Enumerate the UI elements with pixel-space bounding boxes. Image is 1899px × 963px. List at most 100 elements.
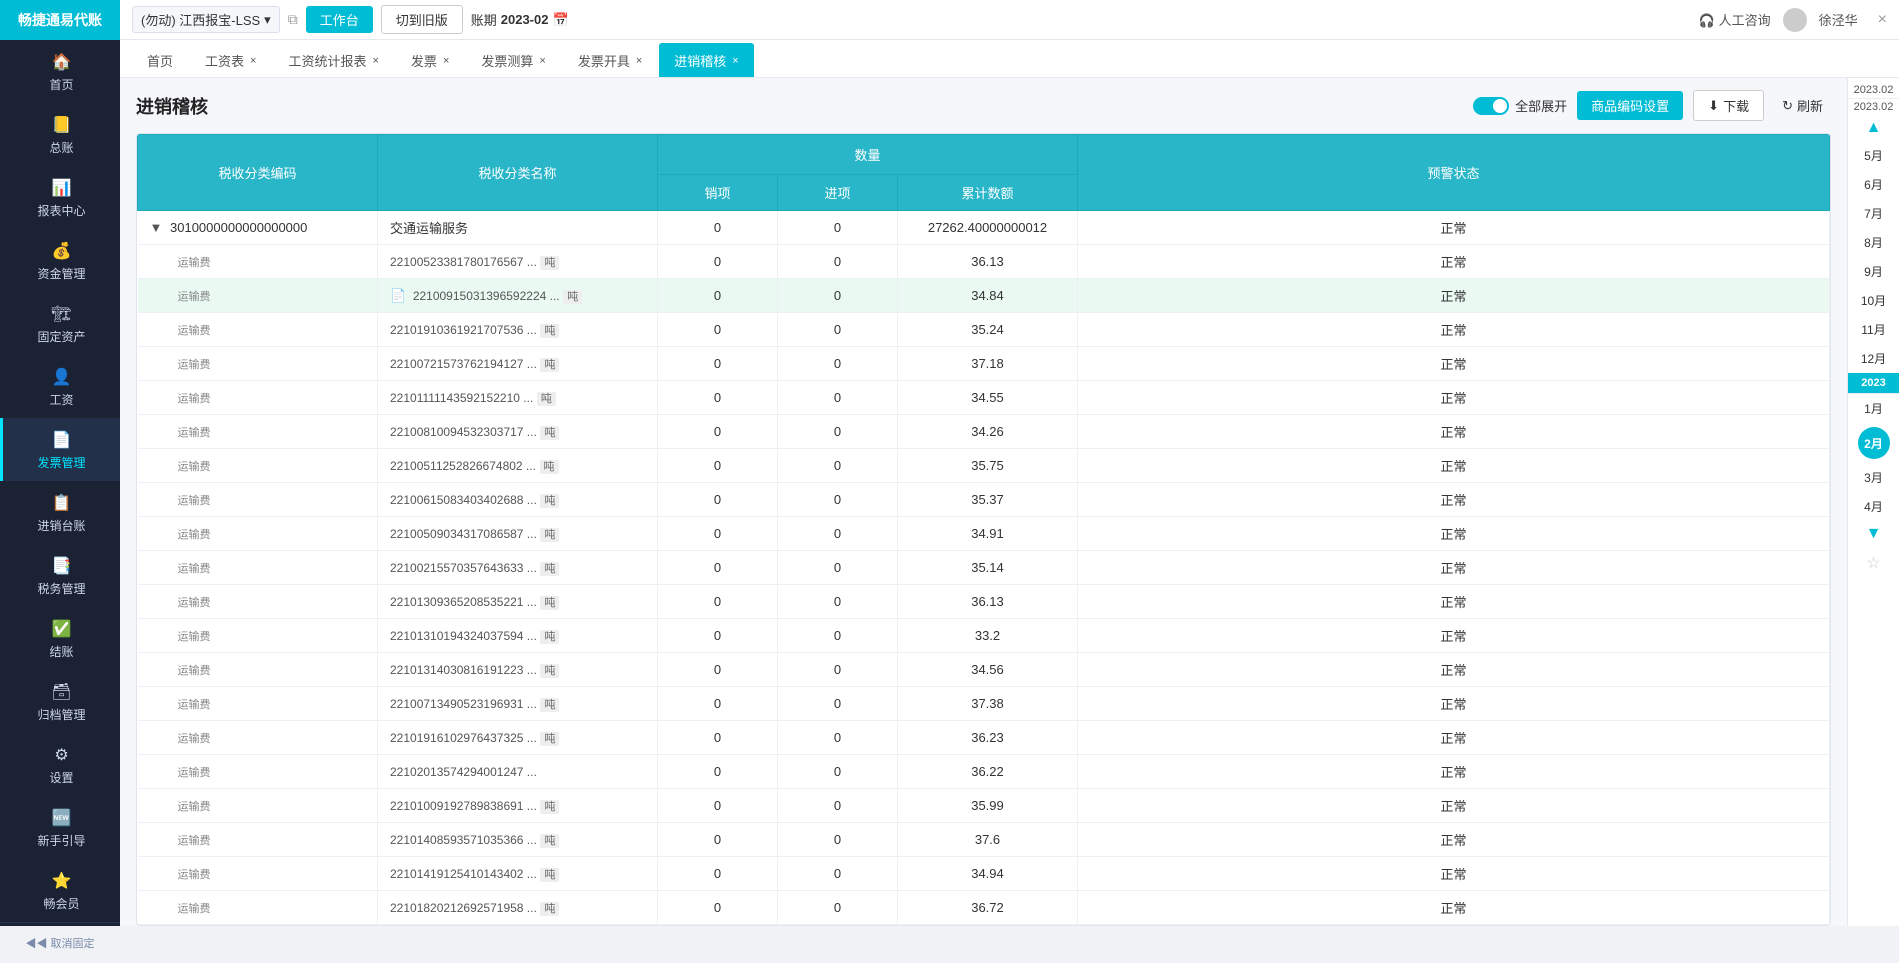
sidebar-item-label: 发票管理 <box>37 454 85 471</box>
cell-cumulative: 34.84 <box>898 279 1078 313</box>
tab-invoice[interactable]: 发票 × <box>396 43 464 77</box>
close-button[interactable]: × <box>1878 11 1887 29</box>
cell-code: 运输费 <box>138 687 378 721</box>
cell-code: 运输费 <box>138 891 378 925</box>
sidebar-item-funds[interactable]: 💰 资金管理 <box>0 229 120 292</box>
sidebar-item-reports[interactable]: 📊 报表中心 <box>0 166 120 229</box>
cell-status: 正常 <box>1078 585 1830 619</box>
copy-icon[interactable]: ⧉ <box>288 11 298 28</box>
cell-status: 正常 <box>1078 721 1830 755</box>
sidebar-item-archive[interactable]: 🗃 归档管理 <box>0 670 120 733</box>
settings-icon: ⚙ <box>54 745 68 765</box>
tab-home[interactable]: 首页 <box>132 43 188 77</box>
cell-name: 交通运输服务 <box>378 211 658 245</box>
sidebar-item-label: 税务管理 <box>37 580 85 597</box>
cal-month-10[interactable]: 10月 <box>1848 286 1899 315</box>
cal-month-4[interactable]: 4月 <box>1848 492 1899 521</box>
home-icon: 🏠 <box>52 52 72 72</box>
sidebar-item-tax[interactable]: 📑 税务管理 <box>0 544 120 607</box>
support-label[interactable]: 🎧 人工咨询 <box>1699 10 1771 29</box>
sidebar-item-assets[interactable]: 🏗 固定资产 <box>0 292 120 355</box>
cal-month-11[interactable]: 11月 <box>1848 315 1899 344</box>
cell-code: 运输费 <box>138 653 378 687</box>
cell-sales: 0 <box>658 823 778 857</box>
sidebar-item-vip[interactable]: ⭐ 畅会员 <box>0 859 120 922</box>
table-row: 运输费 📄 22100915031396592224 ... 吨 0 0 34.… <box>138 279 1830 313</box>
cal-month-8[interactable]: 8月 <box>1848 228 1899 257</box>
cell-cumulative: 34.94 <box>898 857 1078 891</box>
archive-icon: 🗃 <box>51 682 71 702</box>
cal-month-7[interactable]: 7月 <box>1848 199 1899 228</box>
tab-close-salary[interactable]: × <box>250 55 256 67</box>
cell-sales: 0 <box>658 313 778 347</box>
expand-toggle[interactable] <box>1473 97 1509 115</box>
tab-salary-stats[interactable]: 工资统计报表 × <box>273 43 393 77</box>
table-row: 运输费 22100810094532303717 ... 吨 0 0 34.26… <box>138 415 1830 449</box>
refresh-button[interactable]: ↻ 刷新 <box>1774 91 1831 120</box>
sidebar-item-label: 首页 <box>49 76 73 93</box>
cal-month-5[interactable]: 5月 <box>1848 141 1899 170</box>
cal-month-6[interactable]: 6月 <box>1848 170 1899 199</box>
cal-scroll-down[interactable]: ▼ <box>1862 521 1886 547</box>
guide-icon: 🆕 <box>52 808 72 828</box>
sidebar-item-settle[interactable]: ✅ 结账 <box>0 607 120 670</box>
cell-code: 运输费 <box>138 789 378 823</box>
cell-invoice: 22101408593571035366 ... 吨 <box>378 823 658 857</box>
unit-tag: 吨 <box>540 698 559 712</box>
tab-close-salary-stats[interactable]: × <box>372 55 378 67</box>
sidebar-item-settings[interactable]: ⚙ 设置 <box>0 733 120 796</box>
sidebar-item-home[interactable]: 🏠 首页 <box>0 40 120 103</box>
cell-code: 运输费 <box>138 415 378 449</box>
tab-salary[interactable]: 工资表 × <box>190 43 271 77</box>
cell-purchase: 0 <box>778 721 898 755</box>
cell-purchase: 0 <box>778 415 898 449</box>
sidebar-item-guide[interactable]: 🆕 新手引导 <box>0 796 120 859</box>
cal-scroll-up[interactable]: ▲ <box>1862 115 1886 141</box>
cell-purchase: 0 <box>778 551 898 585</box>
sidebar-item-label: 报表中心 <box>37 202 85 219</box>
cell-invoice: 22101009192789838691 ... 吨 <box>378 789 658 823</box>
unit-tag: 吨 <box>540 664 559 678</box>
download-button[interactable]: ⬇ 下载 <box>1693 90 1764 121</box>
cal-month-12[interactable]: 12月 <box>1848 344 1899 373</box>
cell-cumulative: 35.14 <box>898 551 1078 585</box>
sidebar-item-label: 新手引导 <box>37 832 85 849</box>
headset-icon: 🎧 <box>1699 13 1715 28</box>
sidebar-item-ledger[interactable]: 📒 总账 <box>0 103 120 166</box>
sidebar-unpin[interactable]: ◀◀ 取消固定 <box>0 922 120 963</box>
star-icon: ☆ <box>1860 547 1886 579</box>
cell-sales: 0 <box>658 517 778 551</box>
cal-month-9[interactable]: 9月 <box>1848 257 1899 286</box>
tab-close-sales-check[interactable]: × <box>732 55 738 67</box>
unit-tag: 吨 <box>540 562 559 576</box>
calendar-icon[interactable]: 📅 <box>552 12 568 28</box>
cell-cumulative: 33.2 <box>898 619 1078 653</box>
product-code-button[interactable]: 商品编码设置 <box>1577 91 1683 120</box>
tab-invoice-open[interactable]: 发票开具 × <box>563 43 657 77</box>
company-selector[interactable]: (勿动) 江西报宝-LSS ▾ <box>132 6 280 33</box>
cal-month-2-active[interactable]: 2月 <box>1858 427 1890 459</box>
cell-purchase: 0 <box>778 755 898 789</box>
cell-purchase: 0 <box>778 891 898 925</box>
cell-code: 运输费 <box>138 347 378 381</box>
cal-month-1[interactable]: 1月 <box>1848 394 1899 423</box>
workspace-button[interactable]: 工作台 <box>306 6 373 33</box>
tab-invoice-calc[interactable]: 发票测算 × <box>466 43 560 77</box>
cal-month-3[interactable]: 3月 <box>1848 463 1899 492</box>
tab-close-invoice-calc[interactable]: × <box>539 55 545 67</box>
tab-close-invoice[interactable]: × <box>443 55 449 67</box>
page-actions: 全部展开 商品编码设置 ⬇ 下载 ↻ 刷新 <box>1473 90 1831 121</box>
sidebar-item-label: 固定资产 <box>37 328 85 345</box>
sidebar-item-label: 总账 <box>49 139 73 156</box>
tab-sales-check[interactable]: 进销稽核 × <box>659 43 753 77</box>
sidebar-item-sales-ledger[interactable]: 📋 进销台账 <box>0 481 120 544</box>
cell-status: 正常 <box>1078 211 1830 245</box>
collapse-icon[interactable]: ▼ <box>150 220 163 235</box>
back-button[interactable]: 切到旧版 <box>381 5 463 34</box>
cell-status: 正常 <box>1078 687 1830 721</box>
sidebar-item-invoices[interactable]: 📄 发票管理 <box>0 418 120 481</box>
tab-close-invoice-open[interactable]: × <box>636 55 642 67</box>
data-table: 税收分类编码 税收分类名称 数量 预警状态 销项 进项 累计数额 <box>136 133 1831 926</box>
sidebar-item-label: 设置 <box>49 769 73 786</box>
sidebar-item-salary[interactable]: 👤 工资 <box>0 355 120 418</box>
